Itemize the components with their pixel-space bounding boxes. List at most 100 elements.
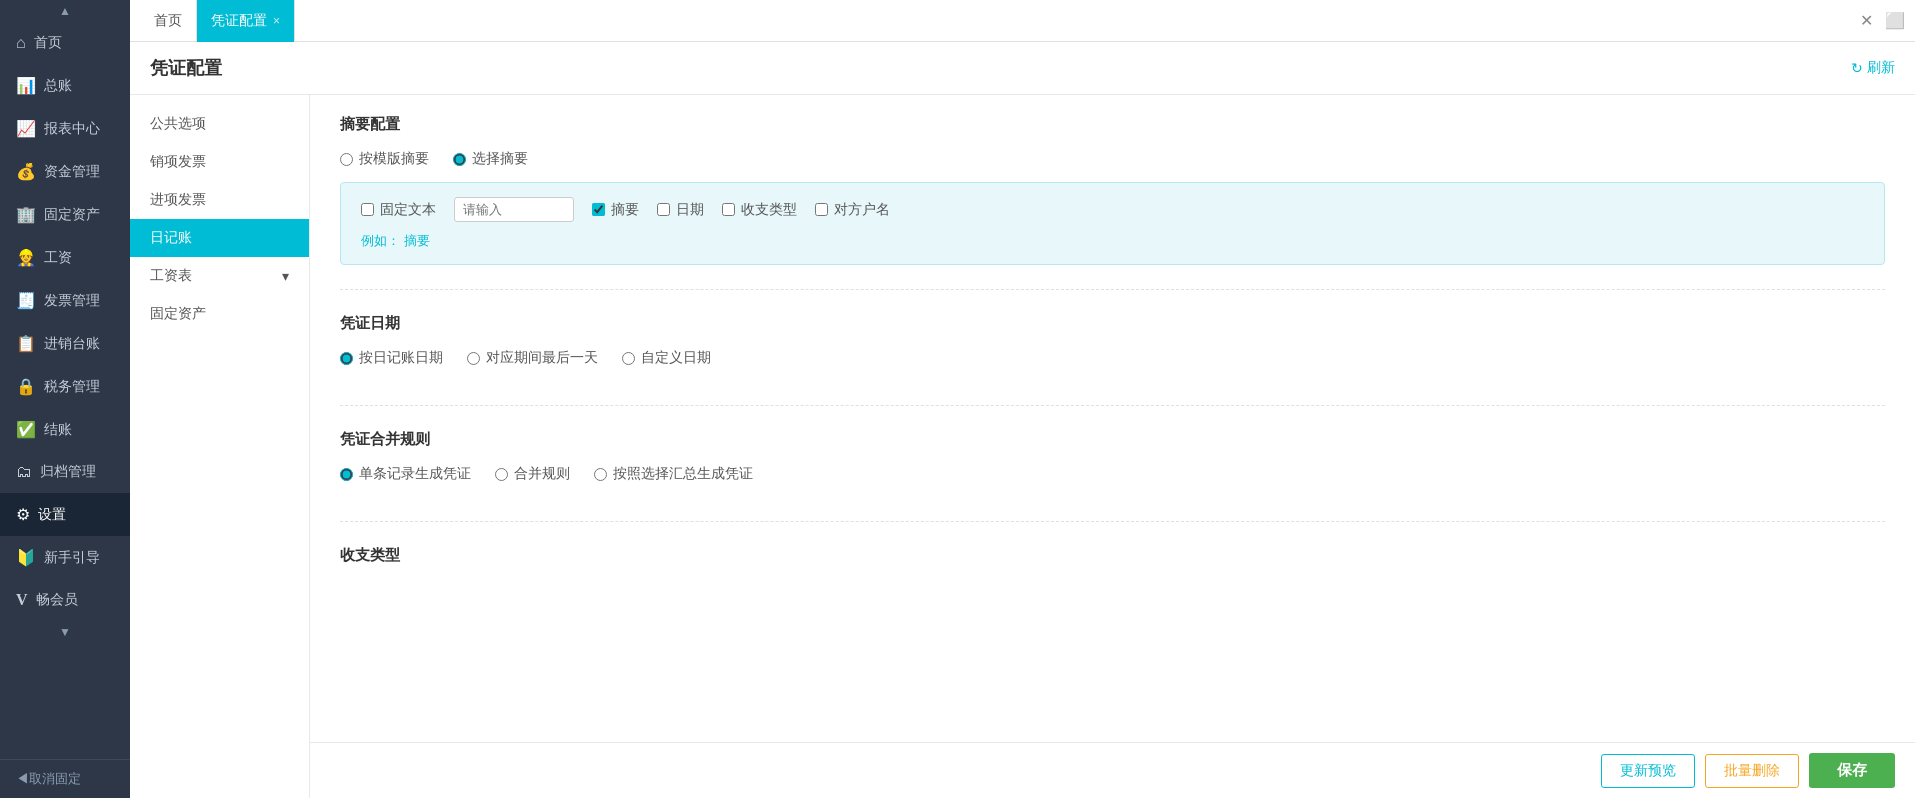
radio-summary-generate[interactable]: 按照选择汇总生成凭证 <box>594 465 753 483</box>
sidebar-item-funds[interactable]: 💰 资金管理 <box>0 150 130 193</box>
update-preview-button[interactable]: 更新预览 <box>1601 754 1695 788</box>
check-counterpart[interactable]: 对方户名 <box>815 201 890 219</box>
check-income-type[interactable]: 收支类型 <box>722 201 797 219</box>
radio-merge-input[interactable] <box>495 468 508 481</box>
main-area: 首页 凭证配置 × ✕ ⬜ 凭证配置 ↻ 刷新 公共选项 销项发票 进 <box>130 0 1915 798</box>
radio-select[interactable]: 选择摘要 <box>453 150 528 168</box>
radio-single[interactable]: 单条记录生成凭证 <box>340 465 471 483</box>
settings-icon: ⚙ <box>16 505 30 524</box>
sidebar-item-salary[interactable]: 👷 工资 <box>0 236 130 279</box>
section-merge-rules: 凭证合并规则 单条记录生成凭证 合并规则 按照选择汇总生成凭证 <box>340 430 1885 522</box>
page-header: 凭证配置 ↻ 刷新 <box>130 42 1915 95</box>
left-nav-fixed-assets[interactable]: 固定资产 <box>130 295 309 333</box>
left-nav-sales-invoice[interactable]: 销项发票 <box>130 143 309 181</box>
sidebar-item-reports[interactable]: 📈 报表中心 <box>0 107 130 150</box>
summary-checkboxes-row: 固定文本 摘要 日期 <box>361 197 1864 222</box>
radio-last-day-input[interactable] <box>467 352 480 365</box>
sidebar-item-invoice[interactable]: 🧾 发票管理 <box>0 279 130 322</box>
right-content: 摘要配置 按模版摘要 选择摘要 <box>310 95 1915 742</box>
salary-icon: 👷 <box>16 248 36 267</box>
check-summary[interactable]: 摘要 <box>592 201 639 219</box>
reports-icon: 📈 <box>16 119 36 138</box>
tax-icon: 🔒 <box>16 377 36 396</box>
sidebar-item-settings[interactable]: ⚙ 设置 <box>0 493 130 536</box>
radio-merge[interactable]: 合并规则 <box>495 465 570 483</box>
left-nav-public[interactable]: 公共选项 <box>130 105 309 143</box>
sidebar-scroll-down[interactable]: ▼ <box>0 621 130 643</box>
section-voucher-date: 凭证日期 按日记账日期 对应期间最后一天 自定义日期 <box>340 314 1885 406</box>
summary-radio-group: 按模版摘要 选择摘要 <box>340 150 1885 168</box>
bottom-bar: 更新预览 批量删除 保存 <box>310 742 1915 798</box>
radio-summary-generate-input[interactable] <box>594 468 607 481</box>
fixed-assets-icon: 🏢 <box>16 205 36 224</box>
window-maximize-icon[interactable]: ⬜ <box>1885 11 1905 30</box>
sidebar-item-fixed-assets[interactable]: 🏢 固定资产 <box>0 193 130 236</box>
tab-bar-actions: ✕ ⬜ <box>1860 11 1905 30</box>
funds-icon: 💰 <box>16 162 36 181</box>
left-nav-payroll[interactable]: 工资表 ▾ <box>130 257 309 295</box>
settlement-icon: ✅ <box>16 420 36 439</box>
radio-select-input[interactable] <box>453 153 466 166</box>
refresh-button[interactable]: ↻ 刷新 <box>1851 59 1895 77</box>
section-merge-rules-title: 凭证合并规则 <box>340 430 1885 449</box>
tab-bar: 首页 凭证配置 × ✕ ⬜ <box>130 0 1915 42</box>
window-close-icon[interactable]: ✕ <box>1860 11 1873 30</box>
check-fixed-text[interactable]: 固定文本 <box>361 201 436 219</box>
summary-config-box: 固定文本 摘要 日期 <box>340 182 1885 265</box>
content-area: 公共选项 销项发票 进项发票 日记账 工资表 ▾ 固定资产 <box>130 95 1915 798</box>
sidebar-item-purchase-sales[interactable]: 📋 进销台账 <box>0 322 130 365</box>
sidebar: ▲ ⌂ 首页 📊 总账 📈 报表中心 💰 资金管理 🏢 固定资产 👷 工资 🧾 … <box>0 0 130 798</box>
section-income-type-title: 收支类型 <box>340 546 1885 565</box>
left-nav-journal[interactable]: 日记账 <box>130 219 309 257</box>
section-income-type: 收支类型 <box>340 546 1885 605</box>
check-date-input[interactable] <box>657 203 670 216</box>
radio-template-input[interactable] <box>340 153 353 166</box>
tab-voucher-config[interactable]: 凭证配置 × <box>197 0 295 42</box>
radio-custom-date-input[interactable] <box>622 352 635 365</box>
radio-journal-date-input[interactable] <box>340 352 353 365</box>
save-button[interactable]: 保存 <box>1809 753 1895 788</box>
sidebar-item-home[interactable]: ⌂ 首页 <box>0 22 130 64</box>
sidebar-scroll-up[interactable]: ▲ <box>0 0 130 22</box>
home-icon: ⌂ <box>16 34 26 52</box>
left-nav-purchase-invoice[interactable]: 进项发票 <box>130 181 309 219</box>
refresh-icon: ↻ <box>1851 60 1863 76</box>
summary-example: 例如： 摘要 <box>361 232 1864 250</box>
sidebar-item-guide[interactable]: 🔰 新手引导 <box>0 536 130 579</box>
purchase-sales-icon: 📋 <box>16 334 36 353</box>
archive-icon: 🗂 <box>16 463 32 481</box>
radio-journal-date[interactable]: 按日记账日期 <box>340 349 443 367</box>
sidebar-unpin-button[interactable]: ◀取消固定 <box>0 759 130 798</box>
check-income-type-input[interactable] <box>722 203 735 216</box>
check-fixed-text-input[interactable] <box>361 203 374 216</box>
radio-last-day[interactable]: 对应期间最后一天 <box>467 349 598 367</box>
sidebar-item-archive[interactable]: 🗂 归档管理 <box>0 451 130 493</box>
sidebar-item-vip[interactable]: V 畅会员 <box>0 579 130 621</box>
payroll-expand-icon: ▾ <box>282 268 289 284</box>
tab-home[interactable]: 首页 <box>140 0 197 42</box>
radio-custom-date[interactable]: 自定义日期 <box>622 349 711 367</box>
ledger-icon: 📊 <box>16 76 36 95</box>
merge-rules-radio-group: 单条记录生成凭证 合并规则 按照选择汇总生成凭证 <box>340 465 1885 483</box>
left-nav: 公共选项 销项发票 进项发票 日记账 工资表 ▾ 固定资产 <box>130 95 310 798</box>
section-summary-title: 摘要配置 <box>340 115 1885 134</box>
check-summary-input[interactable] <box>592 203 605 216</box>
vip-icon: V <box>16 591 28 609</box>
sidebar-item-settlement[interactable]: ✅ 结账 <box>0 408 130 451</box>
page-title: 凭证配置 <box>150 56 222 80</box>
fixed-text-input[interactable] <box>454 197 574 222</box>
right-panel: 摘要配置 按模版摘要 选择摘要 <box>310 95 1915 798</box>
radio-template[interactable]: 按模版摘要 <box>340 150 429 168</box>
check-date[interactable]: 日期 <box>657 201 704 219</box>
invoice-icon: 🧾 <box>16 291 36 310</box>
section-voucher-date-title: 凭证日期 <box>340 314 1885 333</box>
guide-icon: 🔰 <box>16 548 36 567</box>
check-counterpart-input[interactable] <box>815 203 828 216</box>
tab-close-icon[interactable]: × <box>273 14 280 28</box>
sidebar-item-tax[interactable]: 🔒 税务管理 <box>0 365 130 408</box>
sidebar-scroll: ▲ ⌂ 首页 📊 总账 📈 报表中心 💰 资金管理 🏢 固定资产 👷 工资 🧾 … <box>0 0 130 759</box>
voucher-date-radio-group: 按日记账日期 对应期间最后一天 自定义日期 <box>340 349 1885 367</box>
radio-single-input[interactable] <box>340 468 353 481</box>
batch-delete-button[interactable]: 批量删除 <box>1705 754 1799 788</box>
sidebar-item-ledger[interactable]: 📊 总账 <box>0 64 130 107</box>
